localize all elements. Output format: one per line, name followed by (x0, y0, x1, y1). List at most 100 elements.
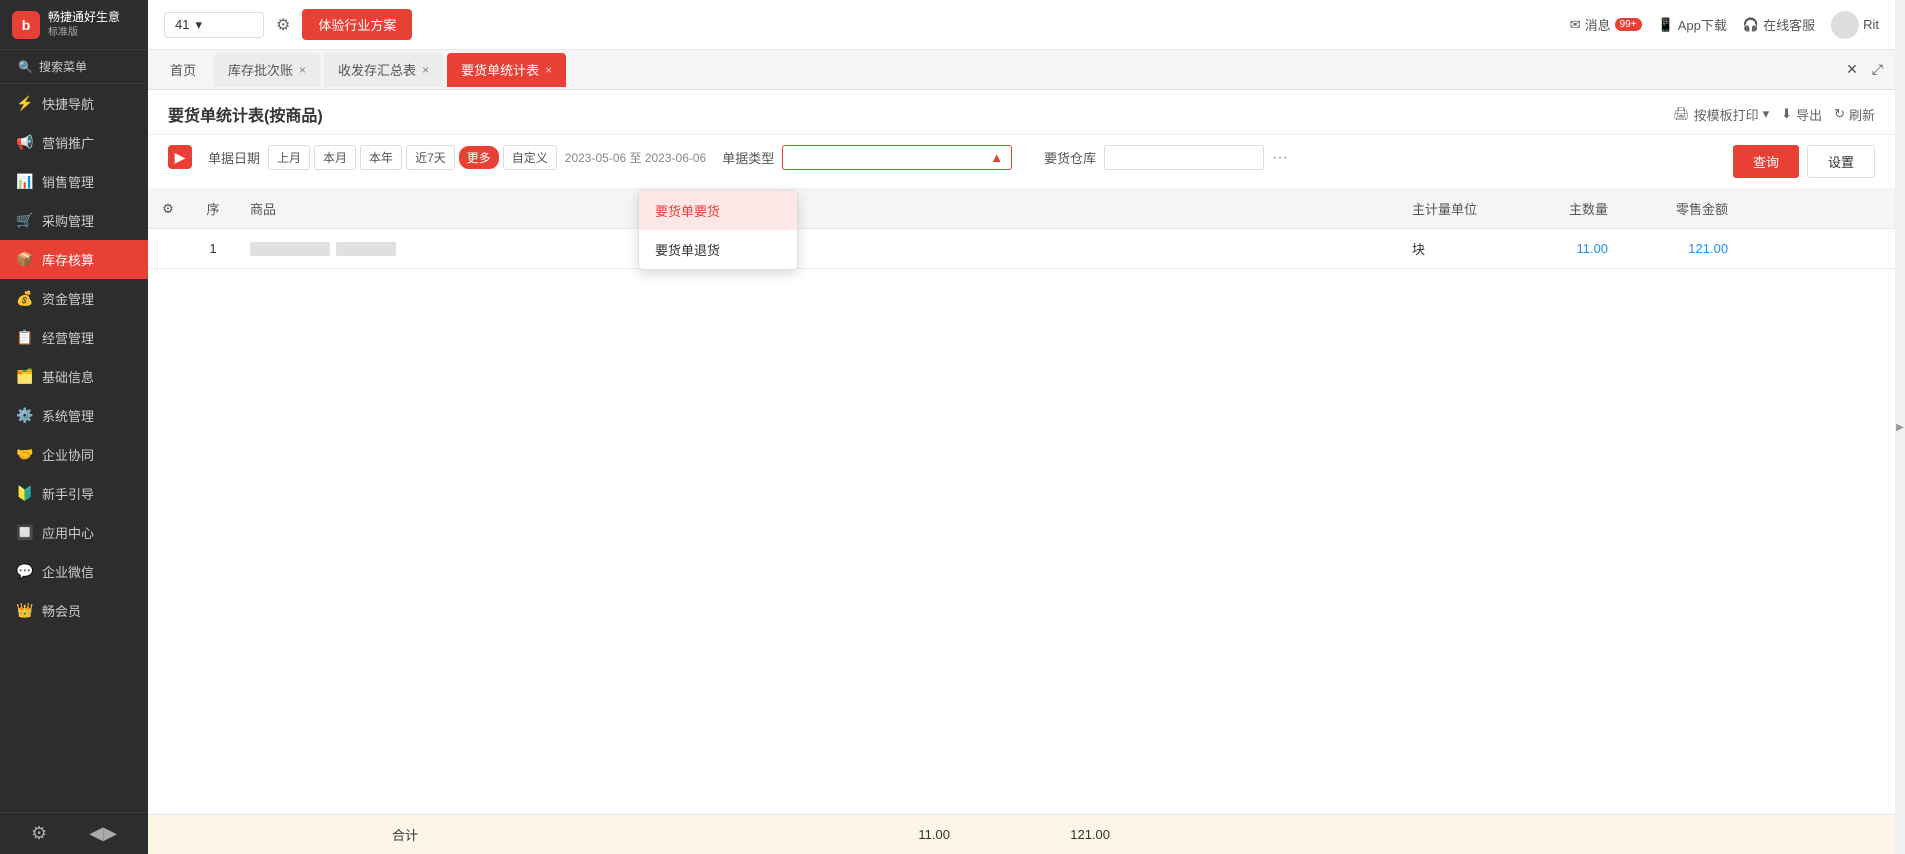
sidebar-item-enterprise[interactable]: 🤝 企业协同 (0, 435, 148, 474)
system-icon: ⚙️ (16, 407, 34, 425)
sidebar-item-system[interactable]: ⚙️ 系统管理 (0, 396, 148, 435)
sidebar-item-base[interactable]: 🗂️ 基础信息 (0, 357, 148, 396)
sidebar-settings-btn[interactable]: ⚙ (31, 823, 47, 844)
row-qty[interactable]: 11.00 (1500, 229, 1620, 269)
row-product (238, 229, 1400, 269)
search-icon: 🔍 (18, 60, 33, 74)
tab-close-batch[interactable]: × (299, 63, 306, 77)
close-all-tabs-btn[interactable]: ✕ (1842, 59, 1862, 80)
trial-button[interactable]: 体验行业方案 (302, 9, 412, 40)
purchase-icon: 🛒 (16, 212, 34, 230)
base-icon: 🗂️ (16, 368, 34, 386)
sidebar-item-wechat[interactable]: 💬 企业微信 (0, 552, 148, 591)
sidebar-item-marketing[interactable]: 📢 营销推广 (0, 123, 148, 162)
table-row: 1 块 11.00 121.00 (148, 229, 1895, 269)
warehouse-more-btn[interactable]: ··· (1272, 149, 1288, 167)
sidebar-item-quick-nav[interactable]: ⚡ 快捷导航 (0, 84, 148, 123)
date-label: 单据日期 (208, 148, 260, 167)
tab-summary[interactable]: 收发存汇总表 × (324, 53, 443, 87)
col-header-settings[interactable]: ⚙ (148, 189, 188, 229)
page-header: 要货单统计表(按商品) 🖨 按模板打印 ▾ ⬇ 导出 ↻ 刷新 (148, 90, 1895, 135)
date-btn-more[interactable]: 更多 (459, 146, 499, 169)
dropdown-item-return-goods[interactable]: 要货单退货 (639, 230, 797, 269)
footer-total-qty: 11.00 (830, 827, 950, 842)
message-badge-item[interactable]: ✉ 消息 99+ (1570, 15, 1642, 34)
col-header-product: 商品 (238, 189, 1400, 229)
wechat-icon: 💬 (16, 563, 34, 581)
print-dropdown-icon: ▾ (1763, 106, 1770, 122)
product-placeholder (250, 242, 1388, 256)
tab-batch[interactable]: 库存批次账 × (214, 53, 320, 87)
sidebar-item-guide[interactable]: 🔰 新手引导 (0, 474, 148, 513)
sidebar-item-finance[interactable]: 💰 资金管理 (0, 279, 148, 318)
type-input[interactable] (782, 145, 982, 170)
tab-close-summary[interactable]: × (422, 63, 429, 77)
row-extra (1740, 229, 1895, 269)
dropdown-item-order-goods[interactable]: 要货单要货 (639, 191, 797, 230)
row-settings (148, 229, 188, 269)
page-header-actions: 🖨 按模板打印 ▾ ⬇ 导出 ↻ 刷新 (1673, 105, 1875, 124)
sidebar-item-apps[interactable]: 🔲 应用中心 (0, 513, 148, 552)
finance-icon: 💰 (16, 290, 34, 308)
warehouse-input[interactable] (1104, 145, 1264, 170)
filter-type-group: 单据类型 ▲ (722, 145, 1012, 170)
type-dropdown-btn[interactable]: ▲ (982, 145, 1012, 170)
member-icon: 👑 (16, 602, 34, 620)
col-header-num: 序 (188, 189, 238, 229)
sidebar-item-purchase[interactable]: 🛒 采购管理 (0, 201, 148, 240)
filter-date-row: 单据日期 上月 本月 本年 近7天 更多 自定义 2023-05-06 至 20… (208, 145, 706, 170)
tab-home[interactable]: 首页 (156, 53, 210, 87)
filter-actions: 查询 设置 (1733, 145, 1875, 178)
date-btn-7days[interactable]: 近7天 (406, 145, 455, 170)
page-title: 要货单统计表(按商品) (168, 102, 323, 126)
filter-expand-btn[interactable]: ▶ (168, 145, 192, 169)
logo-icon: b (12, 11, 40, 39)
sidebar-nav: ⚡ 快捷导航 📢 营销推广 📊 销售管理 🛒 采购管理 📦 库存核算 💰 资金管… (0, 84, 148, 812)
col-header-extra (1740, 189, 1895, 229)
date-btn-custom[interactable]: 自定义 (503, 145, 557, 170)
restore-tabs-btn[interactable]: ⤢ (1868, 59, 1887, 80)
right-edge-handle[interactable]: ▶ (1895, 0, 1905, 854)
topbar-settings-icon[interactable]: ⚙ (276, 15, 290, 35)
enterprise-icon: 🤝 (16, 446, 34, 464)
tab-close-order-stat[interactable]: × (545, 63, 552, 77)
sidebar-item-sales[interactable]: 📊 销售管理 (0, 162, 148, 201)
data-table: ⚙ 序 商品 主计量单位 主数量 零售金额 1 (148, 189, 1895, 269)
settings-button[interactable]: 设置 (1807, 145, 1875, 178)
print-btn[interactable]: 🖨 按模板打印 ▾ (1673, 105, 1769, 124)
type-input-group: ▲ (782, 145, 1012, 170)
sidebar-collapse-btn[interactable]: ◀▶ (89, 823, 117, 844)
sidebar-item-inventory[interactable]: 📦 库存核算 (0, 240, 148, 279)
tab-order-stat[interactable]: 要货单统计表 × (447, 53, 566, 87)
inventory-icon: 📦 (16, 251, 34, 269)
sidebar-item-member[interactable]: 👑 畅会员 (0, 591, 148, 630)
type-label: 单据类型 (722, 148, 774, 167)
date-btn-this-month[interactable]: 本月 (314, 145, 356, 170)
store-selector[interactable]: 41 ▾ (164, 12, 264, 38)
table-container: ⚙ 序 商品 主计量单位 主数量 零售金额 1 (148, 189, 1895, 814)
app-download-item[interactable]: 📱 App下载 (1658, 15, 1727, 34)
service-item[interactable]: 🎧 在线客服 (1743, 15, 1815, 34)
user-avatar-item[interactable]: Rit (1831, 11, 1879, 39)
type-dropdown-menu: 要货单要货 要货单退货 (638, 190, 798, 270)
sales-icon: 📊 (16, 173, 34, 191)
col-header-unit: 主计量单位 (1400, 189, 1500, 229)
sidebar-bottom: ⚙ ◀▶ (0, 812, 148, 854)
date-range: 2023-05-06 至 2023-06-06 (565, 149, 706, 166)
row-num: 1 (188, 229, 238, 269)
topbar-right: ✉ 消息 99+ 📱 App下载 🎧 在线客服 Rit (1570, 11, 1879, 39)
date-btn-last-month[interactable]: 上月 (268, 145, 310, 170)
date-btn-this-year[interactable]: 本年 (360, 145, 402, 170)
row-amount[interactable]: 121.00 (1620, 229, 1740, 269)
product-block-1 (250, 242, 330, 256)
refresh-btn[interactable]: ↻ 刷新 (1834, 105, 1875, 124)
col-header-qty: 主数量 (1500, 189, 1620, 229)
sidebar-search[interactable]: 🔍 搜索菜单 (0, 50, 148, 84)
query-button[interactable]: 查询 (1733, 145, 1799, 178)
print-icon: 🖨 (1673, 106, 1690, 122)
export-icon: ⬇ (1781, 106, 1792, 122)
sidebar-item-operations[interactable]: 📋 经营管理 (0, 318, 148, 357)
topbar: 41 ▾ ⚙ 体验行业方案 ✉ 消息 99+ 📱 App下载 🎧 在线客服 Ri… (148, 0, 1895, 50)
guide-icon: 🔰 (16, 485, 34, 503)
export-btn[interactable]: ⬇ 导出 (1781, 105, 1822, 124)
